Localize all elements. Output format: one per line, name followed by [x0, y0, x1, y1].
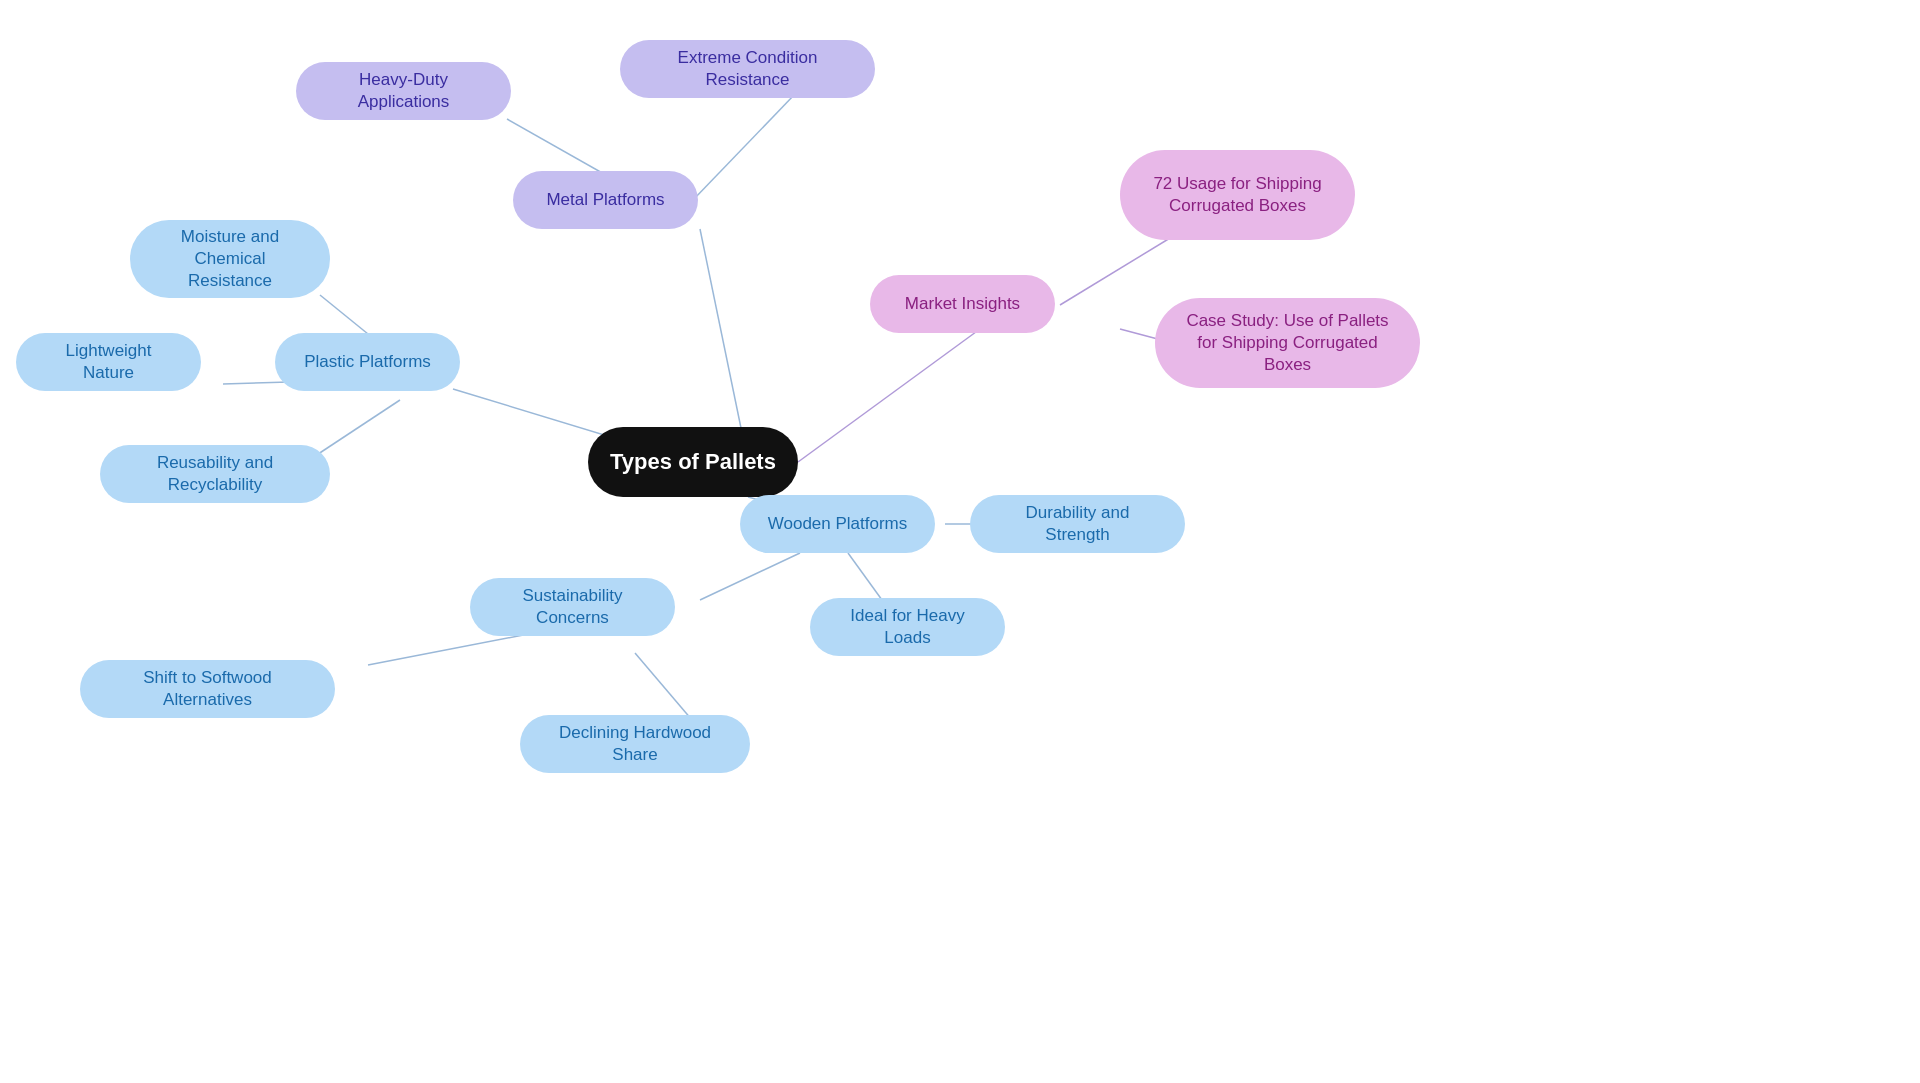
svg-line-13	[798, 329, 980, 462]
plastic-platforms-node[interactable]: Plastic Platforms	[275, 333, 460, 391]
reusability-node[interactable]: Reusability and Recyclability	[100, 445, 330, 503]
metal-platforms-node[interactable]: Metal Platforms	[513, 171, 698, 229]
case-study-node[interactable]: Case Study: Use of Pallets for Shipping …	[1155, 298, 1420, 388]
durability-node[interactable]: Durability and Strength	[970, 495, 1185, 553]
declining-hardwood-node[interactable]: Declining Hardwood Share	[520, 715, 750, 773]
svg-line-2	[693, 94, 795, 200]
wooden-platforms-node[interactable]: Wooden Platforms	[740, 495, 935, 553]
center-node[interactable]: Types of Pallets	[588, 427, 798, 497]
usage-shipping-node[interactable]: 72 Usage for Shipping Corrugated Boxes	[1120, 150, 1355, 240]
svg-line-12	[635, 653, 692, 720]
market-insights-node[interactable]: Market Insights	[870, 275, 1055, 333]
ideal-heavy-node[interactable]: Ideal for Heavy Loads	[810, 598, 1005, 656]
svg-line-9	[848, 553, 882, 600]
heavy-duty-node[interactable]: Heavy-Duty Applications	[296, 62, 511, 120]
svg-line-10	[700, 553, 800, 600]
sustainability-node[interactable]: Sustainability Concerns	[470, 578, 675, 636]
moisture-node[interactable]: Moisture and Chemical Resistance	[130, 220, 330, 298]
svg-line-14	[1060, 235, 1175, 305]
extreme-condition-node[interactable]: Extreme Condition Resistance	[620, 40, 875, 98]
lightweight-node[interactable]: Lightweight Nature	[16, 333, 201, 391]
shift-softwood-node[interactable]: Shift to Softwood Alternatives	[80, 660, 335, 718]
